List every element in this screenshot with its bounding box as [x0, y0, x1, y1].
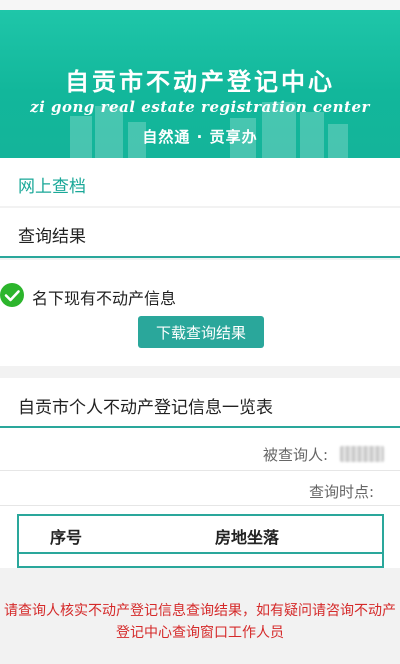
column-header-location: 房地坐落 [215, 528, 280, 547]
subject-label: 被查询人: [262, 446, 328, 464]
banner: 自贡市不动产登记中心 zi gong real estate registrat… [0, 10, 400, 158]
online-query-section: 网上查档 [0, 158, 400, 206]
query-result-section: 查询结果 [0, 208, 400, 258]
notice-text: 请查询人核实不动产登记信息查询结果，如有疑问请咨询不动产登记中心查询窗口工作人员 [4, 603, 396, 641]
banner-slogan: 自然通 · 贡享办 [142, 128, 258, 146]
table-title: 自贡市个人不动产登记信息一览表 [18, 398, 273, 418]
subject-name-redacted [340, 446, 384, 462]
query-time-label: 查询时点: [308, 483, 374, 501]
divider [0, 505, 400, 506]
query-result-label: 查询结果 [18, 227, 86, 247]
banner-title: 自贡市不动产登记中心 [65, 67, 335, 96]
divider [0, 426, 400, 428]
status-section [0, 260, 400, 366]
table-header-row: 序号 房地坐落 [19, 516, 382, 554]
download-result-button[interactable]: 下载查询结果 [138, 316, 264, 348]
divider [0, 470, 400, 471]
status-bar [0, 0, 400, 10]
status-text: 名下现有不动产信息 [32, 289, 177, 308]
online-query-label: 网上查档 [18, 177, 86, 197]
column-header-number: 序号 [50, 528, 83, 547]
property-table: 序号 房地坐落 [17, 514, 384, 568]
check-circle-icon [0, 283, 24, 307]
banner-subtitle: zi gong real estate registration center [30, 98, 370, 116]
